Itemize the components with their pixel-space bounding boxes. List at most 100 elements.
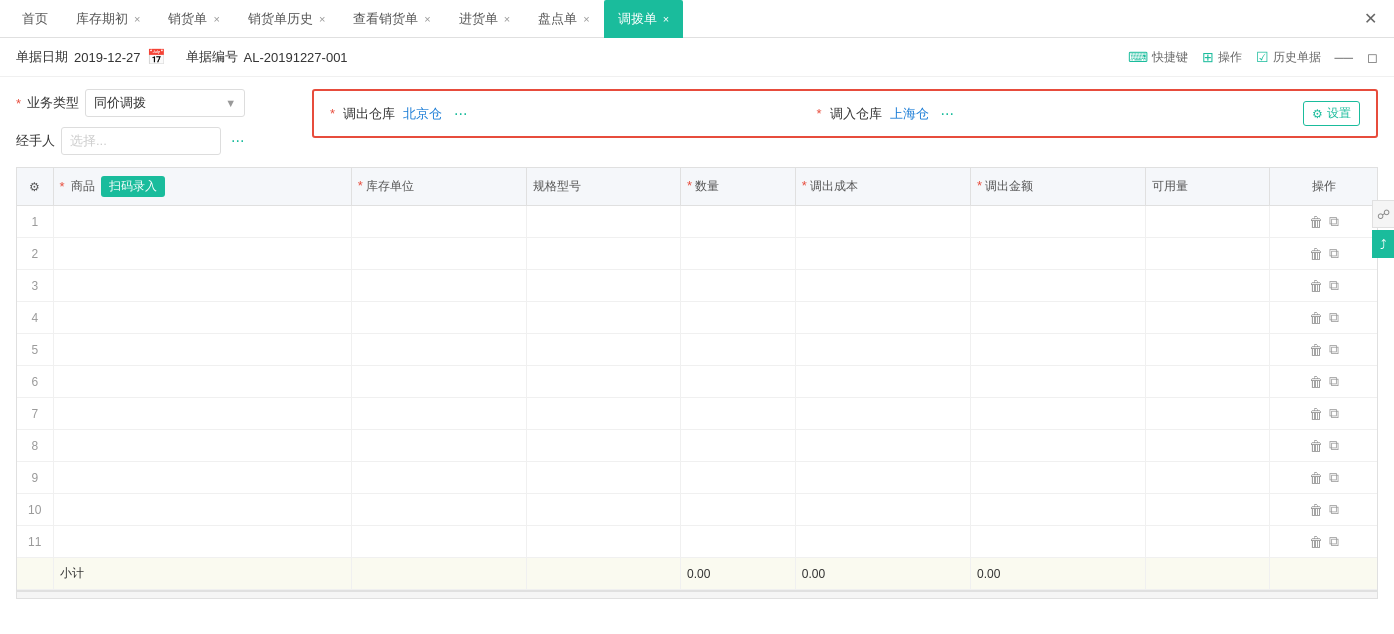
quantity-cell[interactable] [681, 238, 796, 270]
tab-sales-history[interactable]: 销货单历史 × [234, 0, 339, 38]
expand-button[interactable]: ⤴ [1372, 230, 1394, 258]
product-cell[interactable] [53, 462, 351, 494]
out-warehouse-more-button[interactable]: ··· [450, 105, 471, 123]
table-row: 1 🗑 ⧉ [17, 206, 1377, 238]
person-label: 经手人 [16, 132, 55, 150]
cost-cell[interactable] [795, 398, 970, 430]
shortcut-button[interactable]: ⌨ 快捷键 [1128, 49, 1188, 66]
product-cell[interactable] [53, 430, 351, 462]
close-icon[interactable]: × [504, 13, 510, 25]
product-cell[interactable] [53, 366, 351, 398]
cost-cell[interactable] [795, 494, 970, 526]
close-icon-active[interactable]: × [663, 13, 669, 25]
copy-icon[interactable]: ⧉ [1329, 533, 1339, 550]
delete-icon[interactable]: 🗑 [1309, 406, 1323, 422]
history-button[interactable]: ☑ 历史单据 [1256, 49, 1321, 66]
code-value: AL-20191227-001 [244, 50, 348, 65]
close-icon[interactable]: × [319, 13, 325, 25]
subtotal-amount: 0.00 [971, 558, 1146, 590]
close-icon[interactable]: × [583, 13, 589, 25]
layout-icon-2[interactable]: ◻ [1367, 50, 1378, 65]
note-button[interactable]: ☍ [1372, 200, 1394, 228]
window-close-button[interactable]: ✕ [1354, 3, 1386, 35]
delete-icon[interactable]: 🗑 [1309, 310, 1323, 326]
warehouse-section: * 调出仓库 北京仓 ··· * 调入仓库 上海仓 ··· ⚙ 设置 [312, 89, 1378, 138]
amount-cell [971, 430, 1146, 462]
copy-icon[interactable]: ⧉ [1329, 437, 1339, 454]
in-warehouse-more-button[interactable]: ··· [937, 105, 958, 123]
close-icon[interactable]: × [134, 13, 140, 25]
product-cell[interactable] [53, 206, 351, 238]
calendar-icon[interactable]: 📅 [147, 48, 166, 66]
delete-icon[interactable]: 🗑 [1309, 534, 1323, 550]
row-num: 9 [17, 462, 53, 494]
tab-transfer[interactable]: 调拨单 × [604, 0, 683, 38]
cost-cell[interactable] [795, 238, 970, 270]
person-more-button[interactable]: ··· [227, 132, 248, 150]
tab-inventory-init[interactable]: 库存期初 × [62, 0, 154, 38]
operation-button[interactable]: ⊞ 操作 [1202, 49, 1242, 66]
delete-icon[interactable]: 🗑 [1309, 278, 1323, 294]
spec-cell [527, 462, 681, 494]
cost-cell[interactable] [795, 206, 970, 238]
copy-icon[interactable]: ⧉ [1329, 469, 1339, 486]
tab-sales-order[interactable]: 销货单 × [154, 0, 233, 38]
quantity-cell[interactable] [681, 334, 796, 366]
delete-icon[interactable]: 🗑 [1309, 246, 1323, 262]
horizontal-scrollbar[interactable] [16, 591, 1378, 599]
product-cell[interactable] [53, 494, 351, 526]
cost-cell[interactable] [795, 366, 970, 398]
product-cell[interactable] [53, 238, 351, 270]
delete-icon[interactable]: 🗑 [1309, 470, 1323, 486]
quantity-cell[interactable] [681, 462, 796, 494]
close-icon[interactable]: × [213, 13, 219, 25]
cost-cell[interactable] [795, 334, 970, 366]
product-cell[interactable] [53, 302, 351, 334]
copy-icon[interactable]: ⧉ [1329, 501, 1339, 518]
tab-purchase[interactable]: 进货单 × [445, 0, 524, 38]
close-icon[interactable]: × [424, 13, 430, 25]
form-left: * 业务类型 同价调拨 ▼ 经手人 选择... ··· [16, 89, 296, 155]
quantity-cell[interactable] [681, 270, 796, 302]
settings-button[interactable]: ⚙ 设置 [1303, 101, 1360, 126]
quantity-cell[interactable] [681, 398, 796, 430]
copy-icon[interactable]: ⧉ [1329, 213, 1339, 230]
out-warehouse-value[interactable]: 北京仓 [403, 105, 442, 123]
delete-icon[interactable]: 🗑 [1309, 214, 1323, 230]
delete-icon[interactable]: 🗑 [1309, 502, 1323, 518]
business-type-select[interactable]: 同价调拨 ▼ [85, 89, 245, 117]
delete-icon[interactable]: 🗑 [1309, 438, 1323, 454]
quantity-cell[interactable] [681, 494, 796, 526]
quantity-cell[interactable] [681, 366, 796, 398]
product-cell[interactable] [53, 270, 351, 302]
copy-icon[interactable]: ⧉ [1329, 309, 1339, 326]
person-select[interactable]: 选择... [61, 127, 221, 155]
tab-home[interactable]: 首页 [8, 0, 62, 38]
quantity-cell[interactable] [681, 206, 796, 238]
cost-cell[interactable] [795, 270, 970, 302]
layout-icon-1[interactable]: ── [1335, 50, 1353, 65]
cost-cell[interactable] [795, 302, 970, 334]
product-cell[interactable] [53, 398, 351, 430]
col-settings[interactable]: ⚙ [17, 168, 53, 206]
cost-cell[interactable] [795, 430, 970, 462]
in-warehouse-value[interactable]: 上海仓 [890, 105, 929, 123]
delete-icon[interactable]: 🗑 [1309, 342, 1323, 358]
row-num: 6 [17, 366, 53, 398]
date-value[interactable]: 2019-12-27 [74, 50, 141, 65]
scan-button[interactable]: 扫码录入 [101, 176, 165, 197]
tab-view-sales[interactable]: 查看销货单 × [339, 0, 444, 38]
quantity-cell[interactable] [681, 302, 796, 334]
subtotal-label: 小计 [53, 558, 351, 590]
product-cell[interactable] [53, 334, 351, 366]
tab-stocktake[interactable]: 盘点单 × [524, 0, 603, 38]
copy-icon[interactable]: ⧉ [1329, 405, 1339, 422]
copy-icon[interactable]: ⧉ [1329, 277, 1339, 294]
quantity-cell[interactable] [681, 430, 796, 462]
copy-icon[interactable]: ⧉ [1329, 373, 1339, 390]
delete-icon[interactable]: 🗑 [1309, 374, 1323, 390]
unit-cell [351, 206, 526, 238]
cost-cell[interactable] [795, 462, 970, 494]
copy-icon[interactable]: ⧉ [1329, 341, 1339, 358]
copy-icon[interactable]: ⧉ [1329, 245, 1339, 262]
